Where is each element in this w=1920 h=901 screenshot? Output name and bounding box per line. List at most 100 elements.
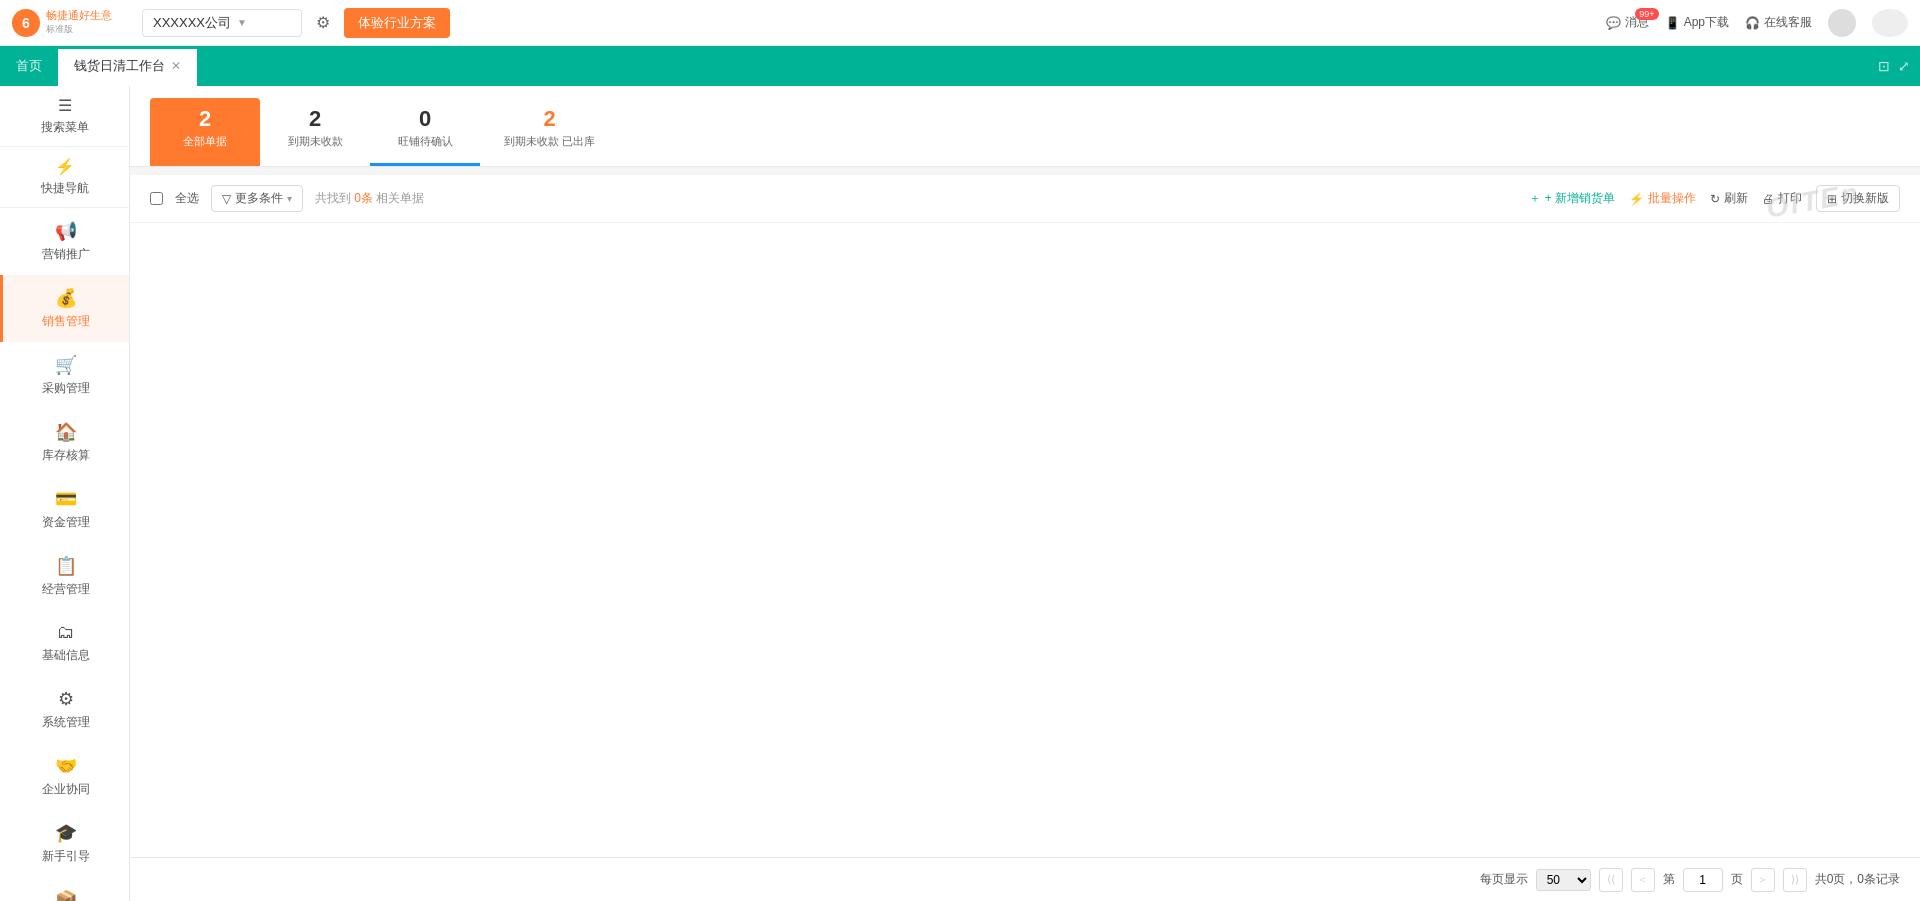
tab-workbench-label: 钱货日清工作台 (74, 57, 165, 75)
sidebar-item-finance[interactable]: 💳 资金管理 (0, 476, 129, 543)
sidebar-item-inventory[interactable]: 🏠 库存核算 (0, 409, 129, 476)
stat-number-shipped: 2 (543, 106, 555, 132)
sidebar-item-guide[interactable]: 🎓 新手引导 (0, 810, 129, 877)
sidebar: ☰ 搜索菜单 ⚡ 快捷导航 📢 营销推广 💰 销售管理 🛒 采购管理 🏠 库存核… (0, 86, 130, 901)
headset-icon: 🎧 (1745, 16, 1760, 30)
page-label: 第 (1663, 871, 1675, 888)
batch-action-btn[interactable]: ⚡ 批量操作 (1629, 190, 1696, 207)
stat-label-all: 全部单据 (183, 134, 227, 149)
page-last-btn[interactable]: ⟩⟩ (1783, 868, 1807, 892)
system-icon: ⚙ (58, 688, 74, 710)
logo-badge: 标准版 (46, 23, 112, 36)
logo-icon: 6 (12, 9, 40, 37)
found-text: 共找到 0条 相关单据 (315, 190, 424, 207)
per-page-label: 每页显示 (1480, 871, 1528, 888)
logo-text: 畅捷通好生意 (46, 9, 112, 22)
select-all-label: 全选 (175, 190, 199, 207)
tab-expand-icon[interactable]: ⤢ (1898, 58, 1910, 74)
sidebar-item-enterprise[interactable]: 🤝 企业协同 (0, 743, 129, 810)
stat-number-all: 2 (199, 106, 211, 132)
refresh-label: 刷新 (1724, 190, 1748, 207)
industry-btn[interactable]: 体验行业方案 (344, 8, 450, 38)
company-name: XXXXXX公司 (153, 14, 231, 32)
logo-area: 6 畅捷通好生意 标准版 (12, 9, 142, 37)
content-area: 2 全部单据 2 到期未收款 0 旺铺待确认 2 到期未收款 已出库 全选 ▽ … (130, 86, 1920, 901)
company-dropdown-arrow: ▼ (237, 17, 247, 28)
messages-button[interactable]: 💬 消息 99+ (1606, 14, 1649, 31)
page-next-btn[interactable]: ＞ (1751, 868, 1775, 892)
sidebar-item-system[interactable]: ⚙ 系统管理 (0, 676, 129, 743)
avatar[interactable] (1828, 9, 1856, 37)
app-download-label: App下载 (1684, 14, 1729, 31)
online-service-button[interactable]: 🎧 在线客服 (1745, 14, 1812, 31)
sidebar-item-sales[interactable]: 💰 销售管理 (0, 275, 129, 342)
select-all-checkbox[interactable] (150, 192, 163, 205)
sidebar-item-operations[interactable]: 📋 经营管理 (0, 543, 129, 610)
sidebar-label-finance: 资金管理 (42, 514, 90, 531)
add-sales-btn[interactable]: ＋ + 新增销货单 (1529, 190, 1615, 207)
finance-icon: 💳 (55, 488, 77, 510)
tab-minimize-icon[interactable]: ⊡ (1878, 58, 1890, 74)
per-page-select[interactable]: 50 20 100 (1536, 869, 1591, 891)
found-count: 0条 (354, 191, 373, 205)
toolbar: 全选 ▽ 更多条件 ▾ 共找到 0条 相关单据 ＋ + 新增销货单 ⚡ 批量操作 (130, 175, 1920, 223)
tab-bar: 首页 钱货日清工作台 ✕ ⊡ ⤢ (0, 46, 1920, 86)
sidebar-quicknav[interactable]: ⚡ 快捷导航 (0, 147, 129, 208)
batch-label: 批量操作 (1648, 190, 1696, 207)
stat-tab-all[interactable]: 2 全部单据 (150, 98, 260, 166)
sidebar-label-system: 系统管理 (42, 714, 90, 731)
print-label: 打印 (1778, 190, 1802, 207)
message-badge: 99+ (1635, 8, 1658, 20)
sidebar-label-operations: 经营管理 (42, 581, 90, 598)
enterprise-icon: 🤝 (55, 755, 77, 777)
sidebar-item-apps[interactable]: 📦 应用中心 (0, 877, 129, 901)
page-number-input[interactable] (1683, 868, 1723, 892)
sidebar-item-marketing[interactable]: 📢 营销推广 (0, 208, 129, 275)
refresh-icon: ↻ (1710, 192, 1720, 206)
sidebar-search[interactable]: ☰ 搜索菜单 (0, 86, 129, 147)
tab-close-icon[interactable]: ✕ (171, 59, 181, 73)
settings-button[interactable]: ⚙ (312, 9, 334, 36)
stat-tab-shipped[interactable]: 2 到期未收款 已出库 (480, 98, 619, 166)
company-selector[interactable]: XXXXXX公司 ▼ (142, 9, 302, 37)
switch-icon: ⊞ (1827, 192, 1837, 206)
tab-home-label: 首页 (16, 57, 42, 75)
sidebar-label-basic-info: 基础信息 (42, 647, 90, 664)
app-download-button[interactable]: 📱 App下载 (1665, 14, 1729, 31)
total-info: 共0页，0条记录 (1815, 871, 1900, 888)
app-download-icon: 📱 (1665, 16, 1680, 30)
sidebar-item-basic-info[interactable]: 🗂 基础信息 (0, 610, 129, 676)
sidebar-label-marketing: 营销推广 (42, 246, 90, 263)
stats-tabs: 2 全部单据 2 到期未收款 0 旺铺待确认 2 到期未收款 已出库 (130, 86, 1920, 167)
tab-home[interactable]: 首页 (0, 46, 58, 86)
top-header: 6 畅捷通好生意 标准版 XXXXXX公司 ▼ ⚙ 体验行业方案 💬 消息 99… (0, 0, 1920, 46)
purchase-icon: 🛒 (55, 354, 77, 376)
sidebar-label-enterprise: 企业协同 (42, 781, 90, 798)
print-btn[interactable]: 🖨 打印 (1762, 190, 1802, 207)
sidebar-item-purchase[interactable]: 🛒 采购管理 (0, 342, 129, 409)
stat-tab-overdue[interactable]: 2 到期未收款 (260, 98, 370, 166)
page-suffix: 页 (1731, 871, 1743, 888)
sidebar-quicknav-label: 快捷导航 (41, 180, 89, 197)
switch-version-btn[interactable]: ⊞ 切换新版 (1816, 185, 1900, 212)
page-first-btn[interactable]: ⟨⟨ (1599, 868, 1623, 892)
refresh-btn[interactable]: ↻ 刷新 (1710, 190, 1748, 207)
plus-icon: ＋ (1529, 190, 1541, 207)
filter-button[interactable]: ▽ 更多条件 ▾ (211, 185, 303, 212)
basic-info-icon: 🗂 (57, 622, 75, 643)
header-right: 💬 消息 99+ 📱 App下载 🎧 在线客服 (1606, 9, 1908, 37)
stat-number-wangpu: 0 (419, 106, 431, 132)
tab-work-bench[interactable]: 钱货日清工作台 ✕ (58, 46, 197, 86)
operations-icon: 📋 (55, 555, 77, 577)
page-prev-btn[interactable]: ＜ (1631, 868, 1655, 892)
filter-icon: ▽ (222, 192, 231, 206)
filter-label: 更多条件 (235, 190, 283, 207)
search-icon: ☰ (58, 96, 72, 115)
sidebar-label-guide: 新手引导 (42, 848, 90, 865)
guide-icon: 🎓 (55, 822, 77, 844)
print-icon: 🖨 (1762, 192, 1774, 206)
stat-number-overdue: 2 (309, 106, 321, 132)
stat-tab-wangpu[interactable]: 0 旺铺待确认 (370, 98, 480, 166)
pagination-bar: 每页显示 50 20 100 ⟨⟨ ＜ 第 页 ＞ ⟩⟩ 共0页，0条记录 (130, 857, 1920, 901)
sidebar-label-sales: 销售管理 (42, 313, 90, 330)
